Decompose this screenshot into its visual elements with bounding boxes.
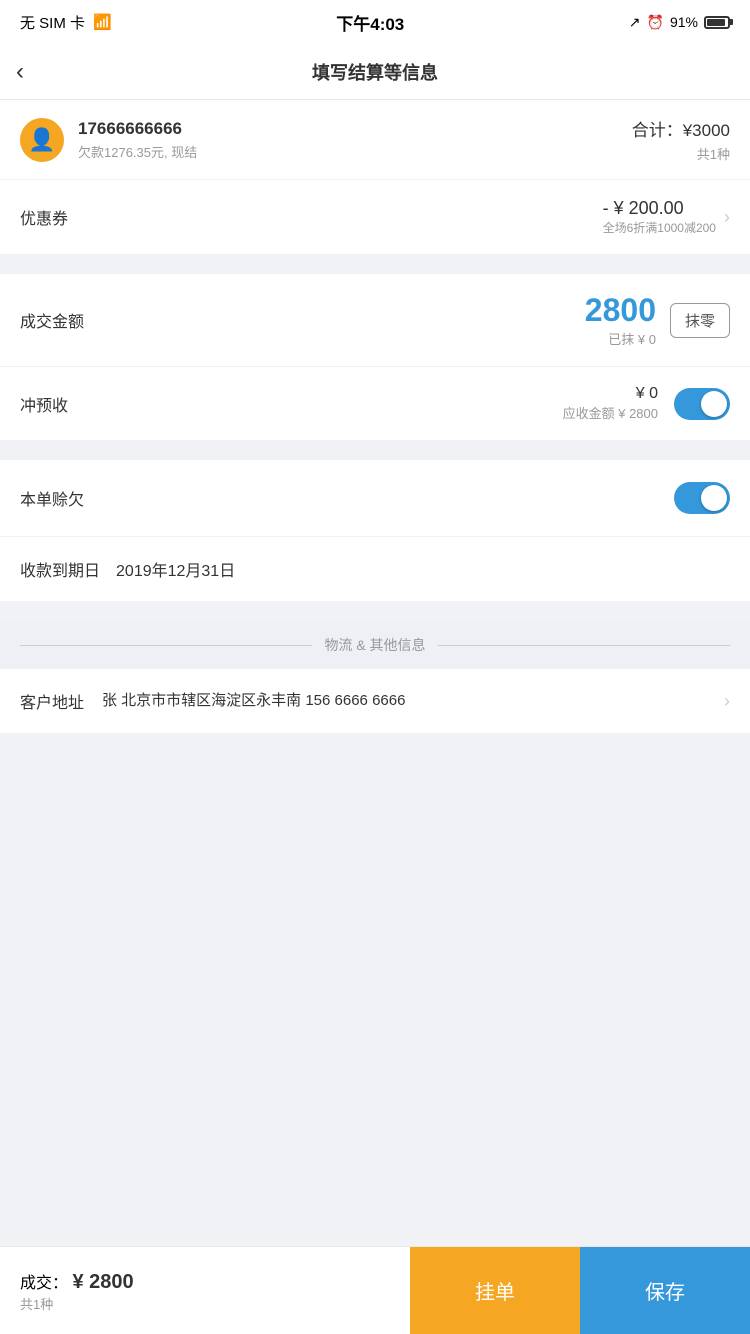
avatar: 👤 <box>20 118 64 162</box>
status-bar: 无 SIM 卡 📶 下午4:03 ↗ ⏰ 91% <box>0 0 750 44</box>
footer-deal-label: 成交： <box>20 1275 68 1292</box>
hang-button[interactable]: 挂单 <box>410 1247 580 1334</box>
footer-bar: 成交： ¥ 2800 共1种 挂单 保存 <box>0 1246 750 1334</box>
page-title: 填写结算等信息 <box>312 59 438 85</box>
amount-value: 2800 <box>585 292 656 329</box>
address-chevron-icon: › <box>724 691 730 712</box>
footer-deal-sub: 共1种 <box>20 1294 390 1313</box>
prereceive-row: 冲预收 ¥ 0 应收金额 ¥ 2800 <box>0 366 750 440</box>
logistics-label: 物流 & 其他信息 <box>324 635 425 655</box>
content: 👤 17666666666 欠款1276.35元, 现结 合计：¥3000 共1… <box>0 100 750 923</box>
carrier-label: 无 SIM 卡 <box>20 12 85 33</box>
due-label: 收款到期日 <box>20 557 100 581</box>
round-button[interactable]: 抹零 <box>670 303 730 338</box>
coupon-row[interactable]: 优惠券 - ¥ 200.00 全场6折满1000减200 › <box>0 179 750 254</box>
coupon-chevron-icon: › <box>724 207 730 228</box>
amount-label: 成交金额 <box>20 308 84 332</box>
battery-icon <box>704 16 730 29</box>
total-sub: 共1种 <box>632 144 730 163</box>
coupon-discount: - ¥ 200.00 <box>603 198 716 219</box>
due-value: 2019年12月31日 <box>116 557 235 581</box>
address-card[interactable]: 客户地址 张 北京市市辖区海淀区永丰南 156 6666 6666 › <box>0 669 750 733</box>
footer-deal-amount: ¥ 2800 <box>72 1271 133 1293</box>
status-left: 无 SIM 卡 📶 <box>20 12 112 33</box>
credit-row: 本单赊欠 <box>0 460 750 536</box>
address-label: 客户地址 <box>20 689 90 713</box>
footer-summary: 成交： ¥ 2800 共1种 <box>0 1269 410 1313</box>
save-button[interactable]: 保存 <box>580 1247 750 1334</box>
wifi-icon: 📶 <box>93 13 112 31</box>
separator-2 <box>0 450 750 460</box>
back-button[interactable]: ‹ <box>16 58 24 86</box>
separator-1 <box>0 264 750 274</box>
credit-label: 本单赊欠 <box>20 486 84 510</box>
prereceive-sub: 应收金额 ¥ 2800 <box>563 403 658 422</box>
prereceive-label: 冲预收 <box>20 392 68 416</box>
battery-percent: 91% <box>670 14 698 30</box>
coupon-desc: 全场6折满1000减200 <box>603 219 716 236</box>
credit-toggle[interactable] <box>674 482 730 514</box>
nav-bar: ‹ 填写结算等信息 <box>0 44 750 100</box>
alarm-icon: ⏰ <box>647 14 664 31</box>
amount-row: 成交金额 2800 已抹 ¥ 0 抹零 <box>0 274 750 366</box>
location-icon: ↗ <box>629 14 641 31</box>
address-value: 张 北京市市辖区海淀区永丰南 156 6666 6666 <box>102 690 712 713</box>
credit-card: 本单赊欠 收款到期日 2019年12月31日 <box>0 460 750 601</box>
customer-card: 👤 17666666666 欠款1276.35元, 现结 合计：¥3000 共1… <box>0 100 750 254</box>
address-row[interactable]: 客户地址 张 北京市市辖区海淀区永丰南 156 6666 6666 › <box>0 669 750 733</box>
bottom-area <box>0 743 750 823</box>
status-right: ↗ ⏰ 91% <box>629 14 730 31</box>
amount-card: 成交金额 2800 已抹 ¥ 0 抹零 冲预收 ¥ 0 应收金额 ¥ 2800 <box>0 274 750 440</box>
prereceive-amount: ¥ 0 <box>563 385 658 403</box>
amount-sub: 已抹 ¥ 0 <box>585 329 656 348</box>
total-amount: 合计：¥3000 <box>632 116 730 141</box>
avatar-icon: 👤 <box>28 127 55 153</box>
prereceive-toggle[interactable] <box>674 388 730 420</box>
separator-3 <box>0 611 750 621</box>
customer-row: 👤 17666666666 欠款1276.35元, 现结 合计：¥3000 共1… <box>0 100 750 179</box>
status-time: 下午4:03 <box>336 10 404 35</box>
customer-phone: 17666666666 <box>78 119 197 139</box>
due-date-row: 收款到期日 2019年12月31日 <box>0 536 750 601</box>
customer-sub: 欠款1276.35元, 现结 <box>78 142 197 161</box>
logistics-divider: 物流 & 其他信息 <box>0 621 750 669</box>
coupon-label: 优惠券 <box>20 205 68 229</box>
